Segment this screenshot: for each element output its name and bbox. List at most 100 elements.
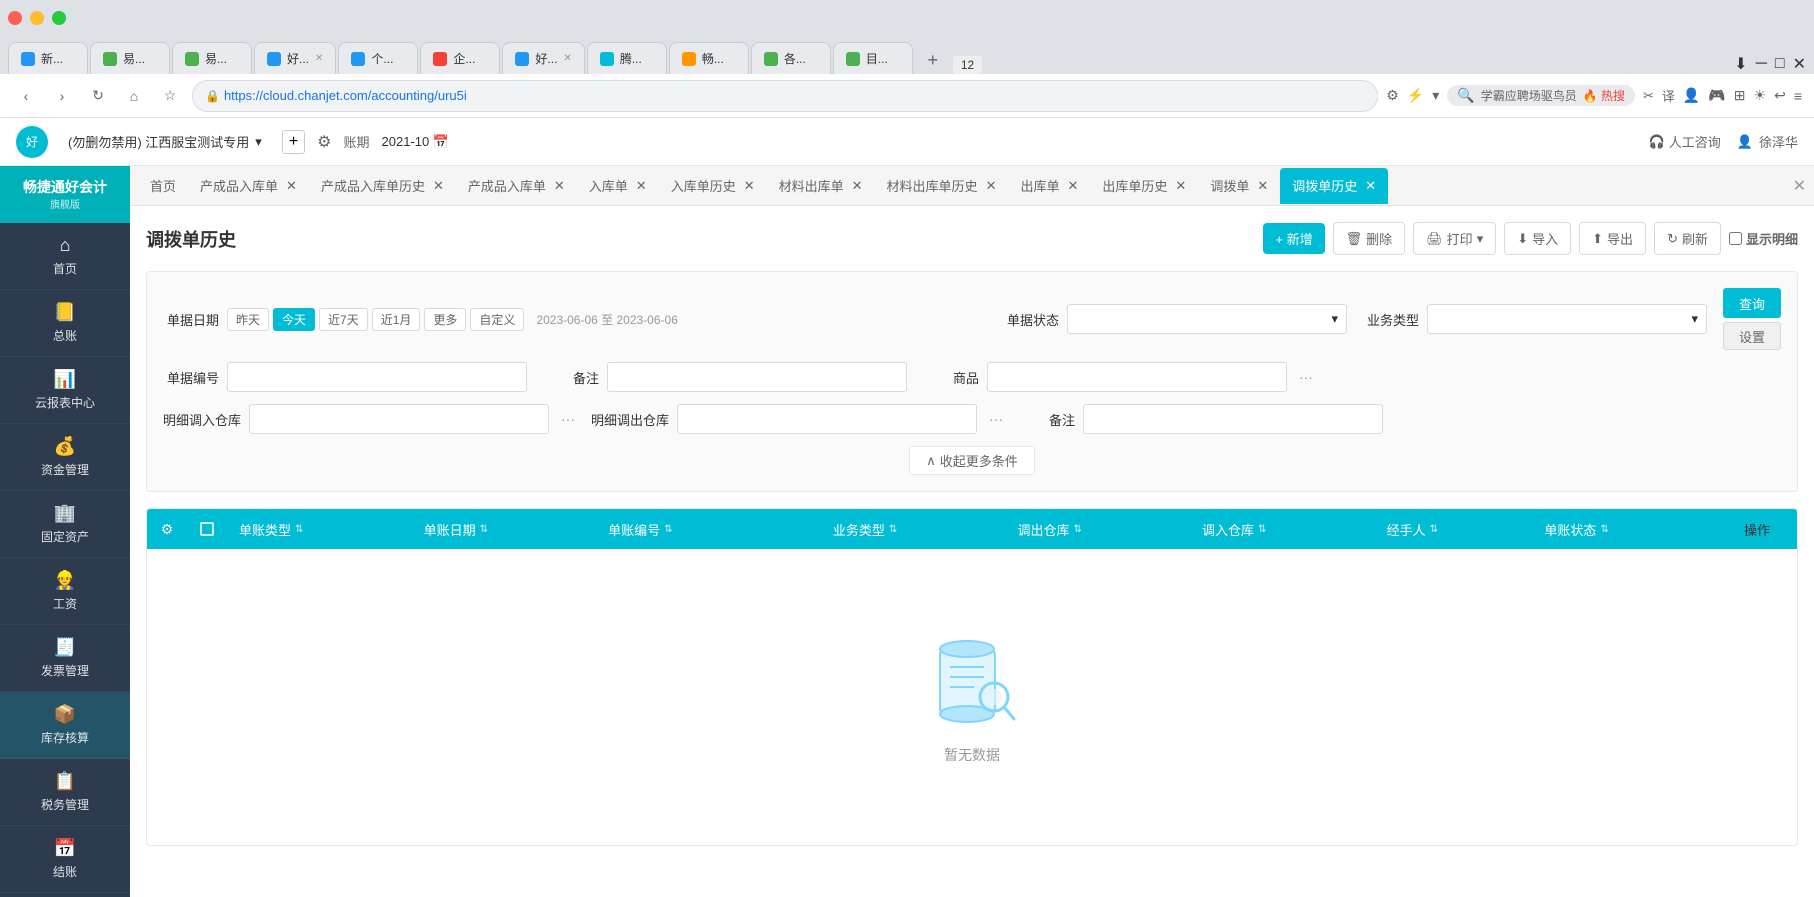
undo-icon[interactable]: ↩ bbox=[1774, 87, 1786, 104]
print-btn[interactable]: 🖨 打印 ▾ bbox=[1413, 222, 1496, 255]
address-bar[interactable]: 🔒 https://cloud.chanjet.com/accounting/u… bbox=[192, 80, 1378, 112]
tab-material-outbound-history[interactable]: 材料出库单历史 ✕ bbox=[875, 168, 1009, 204]
browser-tab-5[interactable]: 个... bbox=[338, 42, 418, 74]
tab-transfer-close[interactable]: ✕ bbox=[1257, 178, 1268, 194]
sidebar-logo[interactable]: 畅捷通好会计 旗舰版 bbox=[0, 166, 130, 223]
tab-home[interactable]: 首页 bbox=[138, 168, 188, 204]
menu-icon[interactable]: ≡ bbox=[1794, 88, 1802, 104]
delete-btn[interactable]: 🗑 删除 bbox=[1333, 222, 1406, 255]
refresh-button[interactable]: ↻ bbox=[84, 82, 112, 110]
tab-count[interactable]: 12 bbox=[953, 56, 982, 74]
tab-inbound-history-close[interactable]: ✕ bbox=[744, 178, 755, 194]
window-close[interactable] bbox=[8, 11, 22, 25]
import-btn[interactable]: ⬇ 导入 bbox=[1504, 222, 1571, 255]
tab-panel-close[interactable]: ✕ bbox=[1793, 176, 1806, 196]
search-bar[interactable]: 🔍 学霸应聘场驱鸟员 🔥 热搜 bbox=[1447, 85, 1635, 106]
date-btn-7days[interactable]: 近7天 bbox=[319, 308, 368, 331]
refresh-btn[interactable]: ↻ 刷新 bbox=[1654, 222, 1721, 255]
sidebar-item-inventory[interactable]: 📦 库存核算 bbox=[0, 692, 130, 759]
browser-tab-2[interactable]: 易... bbox=[90, 42, 170, 74]
tab-outbound[interactable]: 出库单 ✕ bbox=[1008, 168, 1090, 204]
th-docno[interactable]: 单账编号 ⇅ bbox=[596, 520, 821, 539]
sidebar-item-salary[interactable]: 👷 工资 bbox=[0, 558, 130, 625]
tab-inbound[interactable]: 入库单 ✕ bbox=[577, 168, 659, 204]
filter-note-input[interactable] bbox=[607, 362, 907, 392]
browser-tab-8[interactable]: 腾... bbox=[587, 42, 667, 74]
tab-transfer[interactable]: 调拨单 ✕ bbox=[1198, 168, 1280, 204]
export-btn[interactable]: ⬆ 导出 bbox=[1579, 222, 1646, 255]
browser-tab-9[interactable]: 畅... bbox=[669, 42, 749, 74]
forward-button[interactable]: › bbox=[48, 82, 76, 110]
sidebar-item-home[interactable]: ⌂ 首页 bbox=[0, 223, 130, 290]
tab-finished-inbound-history-close[interactable]: ✕ bbox=[433, 178, 444, 194]
grid-icon[interactable]: ⊞ bbox=[1734, 87, 1746, 104]
browser-tab-7-close[interactable]: ✕ bbox=[563, 53, 571, 64]
window-maximize[interactable] bbox=[52, 11, 66, 25]
sidebar-item-tax[interactable]: 📋 税务管理 bbox=[0, 759, 130, 826]
date-btn-more[interactable]: 更多 bbox=[424, 308, 466, 331]
app-logo[interactable]: 好 bbox=[16, 126, 48, 158]
restore-browser-icon[interactable]: □ bbox=[1775, 55, 1785, 73]
filter-status-select[interactable]: ▾ bbox=[1067, 304, 1347, 334]
tab-finished-inbound2[interactable]: 产成品入库单 ✕ bbox=[456, 168, 577, 204]
browser-tab-3[interactable]: 易... bbox=[172, 42, 252, 74]
filter-detail-out-input[interactable] bbox=[677, 404, 977, 434]
goods-dots[interactable]: ··· bbox=[1299, 369, 1313, 385]
display-toggle-checkbox[interactable] bbox=[1729, 232, 1742, 245]
sidebar-item-funds[interactable]: 💰 资金管理 bbox=[0, 424, 130, 491]
filter-biztype-select[interactable]: ▾ bbox=[1427, 304, 1707, 334]
sidebar-item-archive[interactable]: 🗂 归档管理 bbox=[0, 893, 130, 897]
tab-inbound-history[interactable]: 入库单历史 ✕ bbox=[659, 168, 767, 204]
browser-tab-7[interactable]: 好... ✕ bbox=[502, 42, 584, 74]
sidebar-item-close[interactable]: 📅 结账 bbox=[0, 826, 130, 893]
tab-material-outbound[interactable]: 材料出库单 ✕ bbox=[767, 168, 875, 204]
sidebar-item-reports[interactable]: 📊 云报表中心 bbox=[0, 357, 130, 424]
user-icon[interactable]: 👤 bbox=[1683, 87, 1700, 104]
extension-2[interactable]: ⚡ bbox=[1407, 87, 1424, 104]
user-info[interactable]: 👤 徐泽华 bbox=[1737, 132, 1798, 151]
select-all-checkbox[interactable] bbox=[200, 522, 214, 536]
dropdown-icon[interactable]: ▾ bbox=[1432, 87, 1439, 104]
filter-settings-btn[interactable]: 设置 bbox=[1723, 322, 1781, 350]
close-browser-icon[interactable]: ✕ bbox=[1793, 54, 1806, 74]
settings-gear-icon[interactable]: ⚙ bbox=[317, 132, 331, 152]
translate-icon[interactable]: 译 bbox=[1662, 86, 1675, 105]
company-selector[interactable]: (勿删勿禁用) 江西服宝测试专用 ▾ bbox=[60, 128, 270, 155]
sidebar-item-ledger[interactable]: 📒 总账 bbox=[0, 290, 130, 357]
new-tab-btn[interactable]: + bbox=[919, 46, 947, 74]
th-doctype[interactable]: 单账类型 ⇅ bbox=[227, 520, 412, 539]
th-in-warehouse[interactable]: 调入仓库 ⇅ bbox=[1190, 520, 1375, 539]
cut-icon[interactable]: ✂ bbox=[1643, 88, 1654, 104]
filter-detail-in-input[interactable] bbox=[249, 404, 549, 434]
back-button[interactable]: ‹ bbox=[12, 82, 40, 110]
new-btn[interactable]: + 新增 bbox=[1263, 223, 1324, 254]
tab-outbound-close[interactable]: ✕ bbox=[1067, 178, 1078, 194]
tab-transfer-history[interactable]: 调拨单历史 ✕ bbox=[1280, 168, 1388, 204]
browser-tab-4-close[interactable]: ✕ bbox=[315, 53, 323, 64]
tab-finished-inbound-history[interactable]: 产成品入库单历史 ✕ bbox=[309, 168, 456, 204]
extension-1[interactable]: ⚙ bbox=[1386, 87, 1399, 104]
add-company-btn[interactable]: + bbox=[282, 130, 305, 154]
th-status[interactable]: 单账状态 ⇅ bbox=[1532, 520, 1717, 539]
tab-finished-inbound[interactable]: 产成品入库单 ✕ bbox=[188, 168, 309, 204]
th-biztype[interactable]: 业务类型 ⇅ bbox=[821, 520, 1006, 539]
filter-detail-note-input[interactable] bbox=[1083, 404, 1383, 434]
tab-transfer-history-close[interactable]: ✕ bbox=[1365, 178, 1376, 194]
th-checkbox[interactable] bbox=[187, 522, 227, 536]
date-btn-yesterday[interactable]: 昨天 bbox=[227, 308, 269, 331]
th-handler[interactable]: 经手人 ⇅ bbox=[1375, 520, 1533, 539]
period-value[interactable]: 2021-10 📅 bbox=[382, 134, 450, 150]
date-btn-custom[interactable]: 自定义 bbox=[470, 308, 524, 331]
display-toggle[interactable]: 显示明细 bbox=[1729, 229, 1798, 248]
th-out-warehouse[interactable]: 调出仓库 ⇅ bbox=[1005, 520, 1190, 539]
game-icon[interactable]: 🎮 bbox=[1708, 87, 1725, 104]
browser-tab-6[interactable]: 企... bbox=[420, 42, 500, 74]
date-btn-today[interactable]: 今天 bbox=[273, 308, 315, 331]
bookmark-button[interactable]: ☆ bbox=[156, 82, 184, 110]
tab-inbound-close[interactable]: ✕ bbox=[636, 178, 647, 194]
tab-material-outbound-history-close[interactable]: ✕ bbox=[986, 178, 997, 194]
sidebar-item-invoice[interactable]: 🧾 发票管理 bbox=[0, 625, 130, 692]
minimize-browser-icon[interactable]: ─ bbox=[1756, 55, 1767, 73]
home-button[interactable]: ⌂ bbox=[120, 82, 148, 110]
detail-in-dots[interactable]: ··· bbox=[561, 411, 575, 427]
